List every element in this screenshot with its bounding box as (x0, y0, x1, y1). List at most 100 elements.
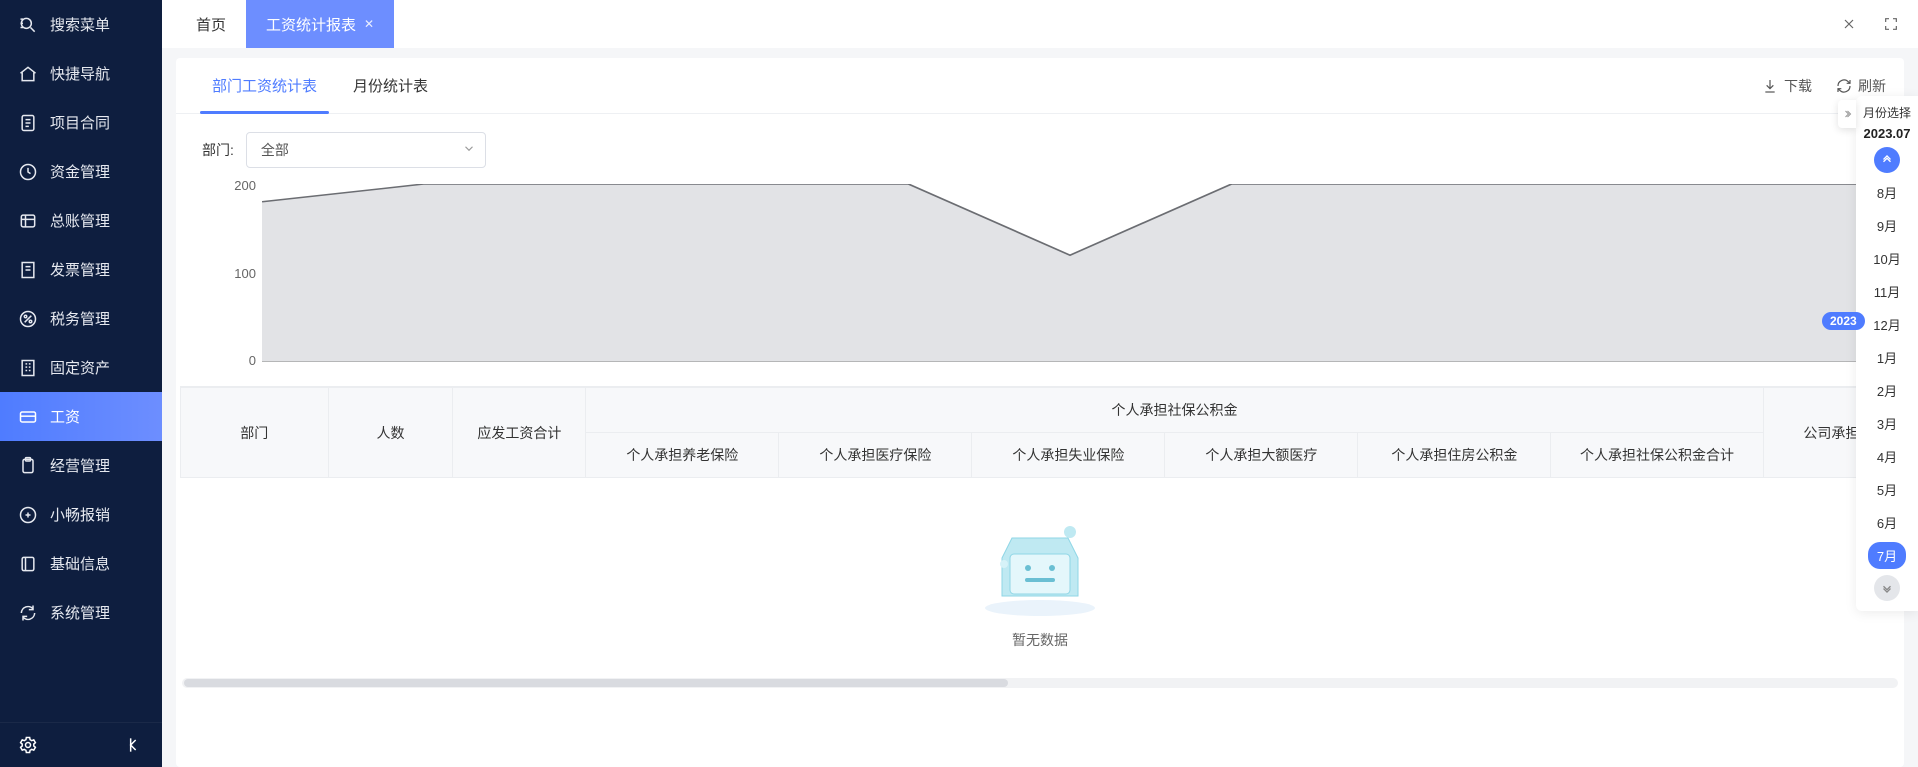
month-panel-title: 月份选择 (1863, 106, 1911, 120)
col-header: 应发工资合计 (453, 388, 586, 478)
month-scroll-down-button[interactable] (1874, 575, 1900, 601)
fullscreen-button[interactable] (1874, 7, 1908, 41)
refresh-label: 刷新 (1858, 76, 1886, 96)
sidebar-item-7[interactable]: 固定资产 (0, 343, 162, 392)
year-badge: 2023 (1822, 312, 1865, 330)
tab-1[interactable]: 工资统计报表 ✕ (246, 0, 394, 48)
tab-label: 工资统计报表 (266, 14, 356, 35)
empty-illustration-icon (970, 508, 1110, 618)
chart-plot (262, 184, 1878, 362)
download-label: 下载 (1784, 76, 1812, 96)
sidebar-item-1[interactable]: 快捷导航 (0, 49, 162, 98)
content-card: 部门工资统计表月份统计表 下载 刷新 部门: 全部 (176, 58, 1904, 767)
sidebar-item-2[interactable]: 项目合同 (0, 98, 162, 147)
tabbar: 首页 工资统计报表 ✕ (162, 0, 1918, 48)
month-item[interactable]: 1月 (1868, 344, 1906, 371)
scrollbar-thumb[interactable] (184, 679, 1008, 687)
col-header: 人数 (328, 388, 453, 478)
y-tick: 100 (234, 266, 256, 281)
receipt-icon (18, 260, 38, 280)
close-all-tabs-button[interactable] (1832, 7, 1866, 41)
close-icon[interactable]: ✕ (364, 17, 374, 31)
col-header: 个人承担社保公积金合计 (1551, 433, 1763, 478)
sidebar-item-label: 系统管理 (50, 602, 110, 623)
gear-icon[interactable] (18, 735, 38, 755)
sidebar-item-10[interactable]: 小畅报销 (0, 490, 162, 539)
month-item[interactable]: 11月 (1866, 278, 1909, 305)
month-panel-collapse-button[interactable] (1838, 100, 1856, 128)
subtab-1[interactable]: 月份统计表 (335, 58, 446, 114)
col-group-header: 个人承担社保公积金 (586, 388, 1763, 433)
col-header: 个人承担失业保险 (972, 433, 1165, 478)
chart: 200 100 0 (176, 178, 1904, 378)
clipboard-icon (18, 456, 38, 476)
main: 首页 工资统计报表 ✕ 部门工资统计表月份统计表 下载 (162, 0, 1918, 767)
table-wrap[interactable]: 部门人数应发工资合计个人承担社保公积金公司承担个人承担养老保险个人承担医疗保险个… (180, 386, 1900, 478)
month-item[interactable]: 12月 (1865, 311, 1908, 338)
sidebar-item-0[interactable]: 搜索菜单 (0, 0, 162, 49)
doc-icon (18, 113, 38, 133)
chevron-down-icon (462, 142, 476, 159)
department-select[interactable]: 全部 (246, 132, 486, 168)
sidebar-item-label: 发票管理 (50, 259, 110, 280)
empty-state: 暂无数据 (176, 478, 1904, 670)
month-item[interactable]: 2月 (1868, 377, 1906, 404)
month-item[interactable]: 5月 (1868, 476, 1906, 503)
sidebar-item-label: 小畅报销 (50, 504, 110, 525)
sidebar-item-9[interactable]: 经营管理 (0, 441, 162, 490)
col-header: 个人承担住房公积金 (1358, 433, 1551, 478)
coin-icon (18, 505, 38, 525)
subtab-0[interactable]: 部门工资统计表 (194, 58, 335, 114)
sidebar-item-label: 搜索菜单 (50, 14, 110, 35)
month-item[interactable]: 3月 (1868, 410, 1906, 437)
search-icon (18, 15, 38, 35)
sidebar-item-3[interactable]: 资金管理 (0, 147, 162, 196)
download-button[interactable]: 下载 (1762, 76, 1812, 96)
sidebar-item-4[interactable]: 总账管理 (0, 196, 162, 245)
tab-label: 首页 (196, 14, 226, 35)
sidebar-item-6[interactable]: 税务管理 (0, 294, 162, 343)
ledger-icon (18, 211, 38, 231)
refresh-button[interactable]: 刷新 (1836, 76, 1886, 96)
salary-table: 部门人数应发工资合计个人承担社保公积金公司承担个人承担养老保险个人承担医疗保险个… (180, 387, 1900, 478)
sync-icon (18, 603, 38, 623)
sidebar-item-label: 总账管理 (50, 210, 110, 231)
department-filter-label: 部门: (202, 140, 234, 160)
sidebar: 搜索菜单快捷导航项目合同资金管理总账管理发票管理税务管理固定资产工资经营管理小畅… (0, 0, 162, 767)
sidebar-item-label: 经营管理 (50, 455, 110, 476)
sidebar-item-label: 税务管理 (50, 308, 110, 329)
bag-icon (18, 162, 38, 182)
subtabs: 部门工资统计表月份统计表 下载 刷新 (176, 58, 1904, 114)
month-scroll-up-button[interactable] (1874, 147, 1900, 173)
y-tick: 0 (249, 353, 256, 368)
month-item[interactable]: 8月 (1868, 179, 1906, 206)
sidebar-item-5[interactable]: 发票管理 (0, 245, 162, 294)
empty-text: 暂无数据 (1012, 630, 1068, 650)
month-item[interactable]: 6月 (1868, 509, 1906, 536)
month-panel: 月份选择 2023.07 8月 9月 10月 11月 12月 1月 2月 3月 4月 5月 6月 7月… (1856, 96, 1918, 611)
home-icon (18, 64, 38, 84)
card-icon (18, 407, 38, 427)
month-item[interactable]: 10月 (1865, 245, 1908, 272)
percent-icon (18, 309, 38, 329)
sidebar-item-label: 固定资产 (50, 357, 110, 378)
month-item[interactable]: 9月 (1868, 212, 1906, 239)
horizontal-scrollbar[interactable] (182, 678, 1898, 688)
department-selected-value: 全部 (261, 140, 289, 160)
sidebar-item-label: 资金管理 (50, 161, 110, 182)
sidebar-item-11[interactable]: 基础信息 (0, 539, 162, 588)
tab-0[interactable]: 首页 (176, 0, 246, 48)
sidebar-item-label: 项目合同 (50, 112, 110, 133)
month-item[interactable]: 7月 (1868, 542, 1906, 569)
col-header: 个人承担养老保险 (586, 433, 779, 478)
month-panel-current: 2023.07 (1864, 126, 1911, 141)
building-icon (18, 358, 38, 378)
sidebar-item-12[interactable]: 系统管理 (0, 588, 162, 637)
sidebar-item-label: 工资 (50, 406, 80, 427)
collapse-icon[interactable] (124, 735, 144, 755)
month-item[interactable]: 4月 (1868, 443, 1906, 470)
y-tick: 200 (234, 178, 256, 193)
sidebar-item-8[interactable]: 工资 (0, 392, 162, 441)
filter-row: 部门: 全部 (176, 114, 1904, 178)
col-header: 个人承担医疗保险 (779, 433, 972, 478)
